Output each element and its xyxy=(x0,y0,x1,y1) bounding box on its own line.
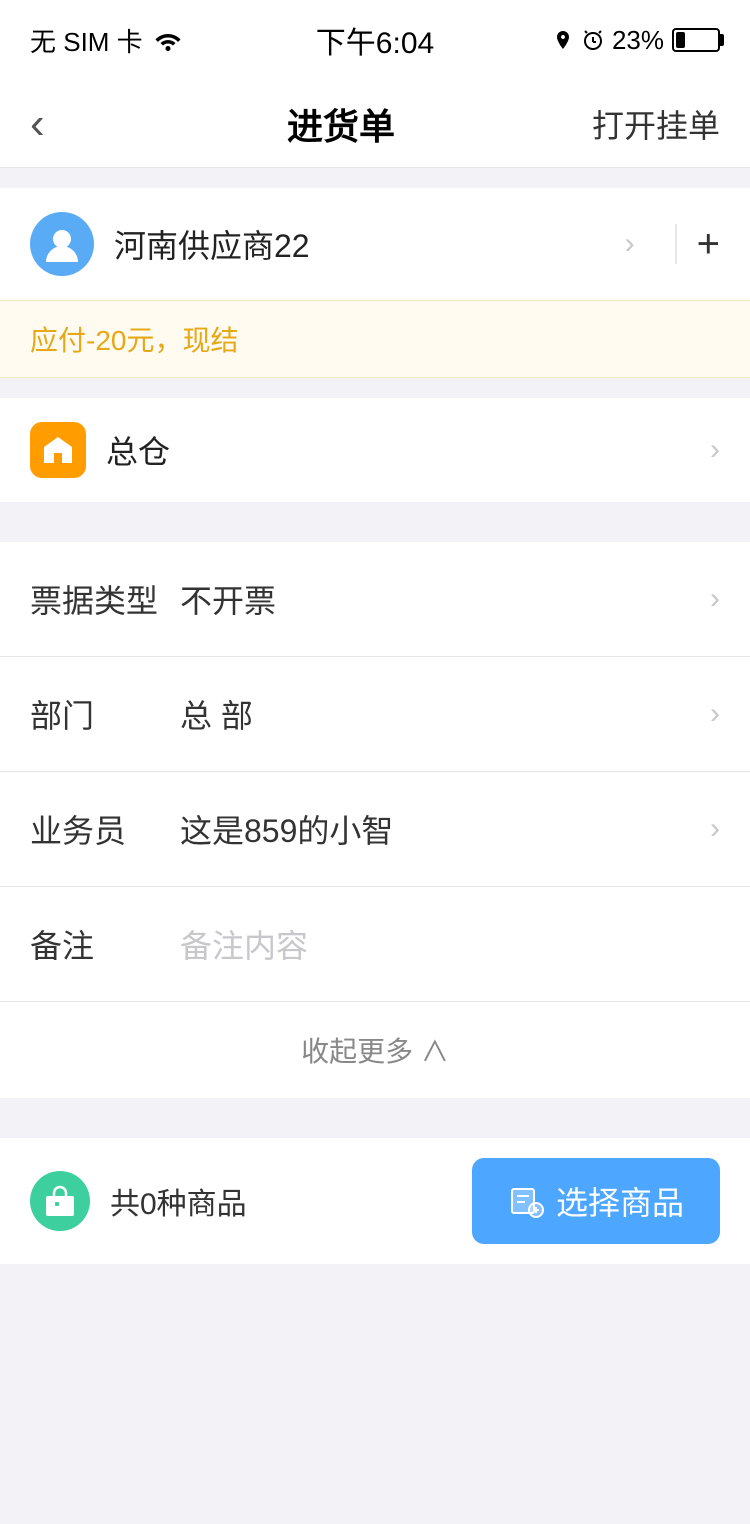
select-product-label: 选择商品 xyxy=(556,1178,684,1224)
status-bar: 无 SIM 卡 下午6:04 23% xyxy=(0,0,750,80)
product-count-label: 共0种商品 xyxy=(110,1179,452,1223)
department-value: 总 部 xyxy=(170,691,710,737)
back-button[interactable]: ‹ xyxy=(30,99,90,149)
product-icon xyxy=(30,1171,90,1231)
invoice-type-label: 票据类型 xyxy=(30,576,170,622)
carrier-text: 无 SIM 卡 xyxy=(30,22,143,59)
battery-percent: 23% xyxy=(612,25,664,56)
collapse-label: 收起更多 ∧ xyxy=(301,1030,449,1070)
warehouse-section[interactable]: 总仓 › xyxy=(0,398,750,502)
section-gap-1 xyxy=(0,168,750,188)
warehouse-chevron-icon: › xyxy=(710,433,720,467)
house-icon xyxy=(41,433,75,467)
nav-bar: ‹ 进货单 打开挂单 xyxy=(0,80,750,168)
add-supplier-button[interactable]: + xyxy=(697,222,720,267)
salesperson-value: 这是859的小智 xyxy=(170,806,710,852)
remark-label: 备注 xyxy=(30,921,170,967)
background-area xyxy=(0,1264,750,1524)
form-section: 票据类型 不开票 › 部门 总 部 › 业务员 这是859的小智 › 备注 备注… xyxy=(0,542,750,1098)
wifi-icon xyxy=(153,29,183,51)
supplier-notice: 应付-20元，现结 xyxy=(0,300,750,378)
person-icon xyxy=(42,224,82,264)
department-row[interactable]: 部门 总 部 › xyxy=(0,657,750,772)
page-title: 进货单 xyxy=(287,98,395,150)
salesperson-row[interactable]: 业务员 这是859的小智 › xyxy=(0,772,750,887)
select-product-button[interactable]: 选择商品 xyxy=(472,1158,720,1244)
status-right: 23% xyxy=(552,25,720,56)
section-gap-3 xyxy=(0,502,750,522)
remark-row[interactable]: 备注 备注内容 xyxy=(0,887,750,1001)
supplier-name: 河南供应商22 xyxy=(114,221,625,267)
status-time: 下午6:04 xyxy=(316,18,434,62)
battery-fill xyxy=(676,32,685,48)
invoice-type-value: 不开票 xyxy=(170,576,710,622)
department-label: 部门 xyxy=(30,691,170,737)
section-gap-4 xyxy=(0,1098,750,1118)
warehouse-row[interactable]: 总仓 › xyxy=(0,398,750,502)
open-pending-button[interactable]: 打开挂单 xyxy=(592,101,720,147)
supplier-section: 河南供应商22 › + 应付-20元，现结 xyxy=(0,188,750,378)
select-product-icon xyxy=(508,1183,544,1219)
salesperson-label: 业务员 xyxy=(30,806,170,852)
shopping-bag-icon xyxy=(41,1182,79,1220)
department-chevron: › xyxy=(710,697,720,731)
invoice-type-row[interactable]: 票据类型 不开票 › xyxy=(0,542,750,657)
battery-icon xyxy=(672,28,720,52)
section-gap-2 xyxy=(0,378,750,398)
collapse-row[interactable]: 收起更多 ∧ xyxy=(0,1001,750,1098)
invoice-type-chevron: › xyxy=(710,582,720,616)
salesperson-chevron: › xyxy=(710,812,720,846)
alarm-icon xyxy=(582,29,604,51)
warehouse-icon xyxy=(30,422,86,478)
supplier-chevron-icon: › xyxy=(625,227,635,261)
supplier-avatar xyxy=(30,212,94,276)
bottom-bar: 共0种商品 选择商品 xyxy=(0,1138,750,1264)
supplier-divider xyxy=(675,224,677,264)
supplier-row[interactable]: 河南供应商22 › + xyxy=(0,188,750,300)
location-icon xyxy=(552,29,574,51)
remark-input[interactable]: 备注内容 xyxy=(170,921,720,967)
status-left: 无 SIM 卡 xyxy=(30,22,183,59)
warehouse-name: 总仓 xyxy=(106,427,710,473)
